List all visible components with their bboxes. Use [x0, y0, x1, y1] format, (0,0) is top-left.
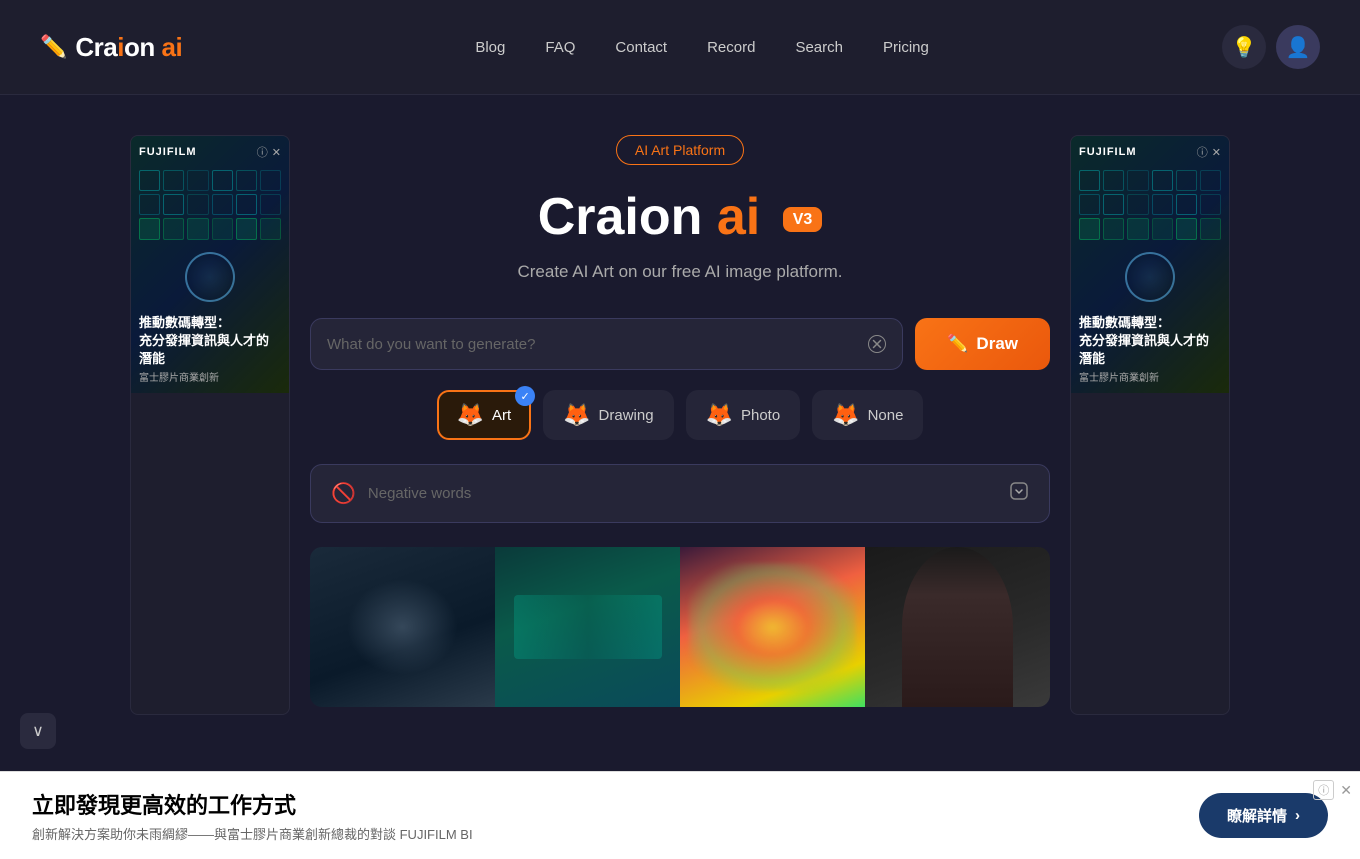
style-selector: ✓ 🦊 Art 🦊 Drawing 🦊 Photo 🦊 None — [437, 390, 924, 440]
generate-input[interactable] — [327, 322, 858, 367]
negative-words-expand-button[interactable] — [1009, 481, 1029, 506]
bottom-ad-info[interactable]: ⓘ — [1313, 780, 1334, 800]
bottom-ad-title: 立即發現更高效的工作方式 — [32, 788, 473, 820]
ad-right: FUJIFILM ⓘ ✕ — [1070, 135, 1230, 715]
navbar-actions: 💡 👤 — [1222, 25, 1320, 69]
bottom-ad-text: 立即發現更高效的工作方式 創新解決方案助你未雨綢繆——與富士膠片商業創新總裁的對… — [32, 788, 473, 843]
lightbulb-icon: 💡 — [1232, 35, 1257, 60]
draw-button[interactable]: ✏️ Draw — [915, 318, 1050, 370]
gallery-item-1[interactable] — [310, 547, 495, 707]
nav-contact[interactable]: Contact — [599, 31, 683, 64]
style-photo-button[interactable]: 🦊 Photo — [686, 390, 801, 440]
art-check-icon: ✓ — [515, 386, 535, 406]
gallery-item-3[interactable] — [680, 547, 865, 707]
ad-left: FUJIFILM ⓘ ✕ — [130, 135, 290, 715]
style-none-button[interactable]: 🦊 None — [812, 390, 923, 440]
main-content: FUJIFILM ⓘ ✕ — [0, 95, 1360, 735]
gallery-item-2[interactable] — [495, 547, 680, 707]
negative-words-bar: 🚫 Negative words — [310, 464, 1050, 523]
drawing-style-icon: 🦊 — [563, 402, 590, 428]
ad-right-info[interactable]: ⓘ — [1197, 144, 1208, 160]
user-account-button[interactable]: 👤 — [1276, 25, 1320, 69]
ad-left-brand: FUJIFILM — [139, 146, 197, 158]
platform-badge: AI Art Platform — [616, 135, 744, 165]
logo-pencil-icon: ✏️ — [40, 34, 67, 60]
photo-style-icon: 🦊 — [706, 402, 733, 428]
ad-right-title: 推動數碼轉型：充分發揮資訊與人才的潛能 — [1079, 314, 1221, 369]
navbar: ✏️ Craion ai Blog FAQ Contact Record Sea… — [0, 0, 1360, 95]
art-style-icon: 🦊 — [457, 402, 484, 428]
center-content: AI Art Platform Craion ai V3 Create AI A… — [290, 135, 1070, 707]
style-drawing-button[interactable]: 🦊 Drawing — [543, 390, 673, 440]
search-clear-button[interactable] — [868, 335, 886, 353]
nav-pricing[interactable]: Pricing — [867, 31, 945, 64]
hero-subtitle: Create AI Art on our free AI image platf… — [517, 262, 842, 282]
scroll-down-button[interactable]: ∨ — [20, 713, 56, 749]
logo-text: Craion ai — [75, 32, 182, 63]
nav-record[interactable]: Record — [691, 31, 771, 64]
nav-faq[interactable]: FAQ — [529, 31, 591, 64]
ad-left-subtext: 富士膠片商業創新 — [139, 372, 281, 385]
hero-title: Craion ai V3 — [538, 189, 823, 246]
user-icon: 👤 — [1286, 35, 1311, 60]
ad-right-brand: FUJIFILM — [1079, 146, 1137, 158]
gallery-preview — [310, 547, 1050, 707]
bottom-ad-close[interactable]: ✕ — [1340, 782, 1352, 799]
nav-search[interactable]: Search — [779, 31, 859, 64]
draw-icon: ✏️ — [947, 334, 968, 354]
arrow-right-icon: › — [1295, 807, 1300, 824]
gallery-item-4[interactable] — [865, 547, 1050, 707]
negative-words-placeholder: Negative words — [368, 485, 997, 502]
ad-left-info[interactable]: ⓘ — [257, 144, 268, 160]
v3-badge: V3 — [783, 207, 823, 232]
none-style-icon: 🦊 — [832, 402, 859, 428]
search-box — [310, 318, 903, 370]
bottom-ad-controls: ⓘ ✕ — [1313, 780, 1352, 800]
ad-right-close[interactable]: ✕ — [1212, 146, 1221, 159]
logo[interactable]: ✏️ Craion ai — [40, 32, 182, 63]
negative-icon: 🚫 — [331, 481, 356, 506]
learn-more-button[interactable]: 瞭解詳情 › — [1199, 793, 1328, 838]
ad-right-subtext: 富士膠片商業創新 — [1079, 372, 1221, 385]
nav-blog[interactable]: Blog — [459, 31, 521, 64]
search-row: ✏️ Draw — [310, 318, 1050, 370]
theme-toggle-button[interactable]: 💡 — [1222, 25, 1266, 69]
style-art-button[interactable]: ✓ 🦊 Art — [437, 390, 532, 440]
bottom-ad-banner: ⓘ ✕ 立即發現更高效的工作方式 創新解決方案助你未雨綢繆——與富士膠片商業創新… — [0, 771, 1360, 859]
ad-left-close[interactable]: ✕ — [272, 146, 281, 159]
nav-links: Blog FAQ Contact Record Search Pricing — [459, 31, 945, 64]
bottom-ad-subtitle: 創新解決方案助你未雨綢繆——與富士膠片商業創新總裁的對談 FUJIFILM BI — [32, 824, 473, 843]
ad-left-title: 推動數碼轉型：充分發揮資訊與人才的潛能 — [139, 314, 281, 369]
chevron-down-icon: ∨ — [32, 721, 44, 741]
